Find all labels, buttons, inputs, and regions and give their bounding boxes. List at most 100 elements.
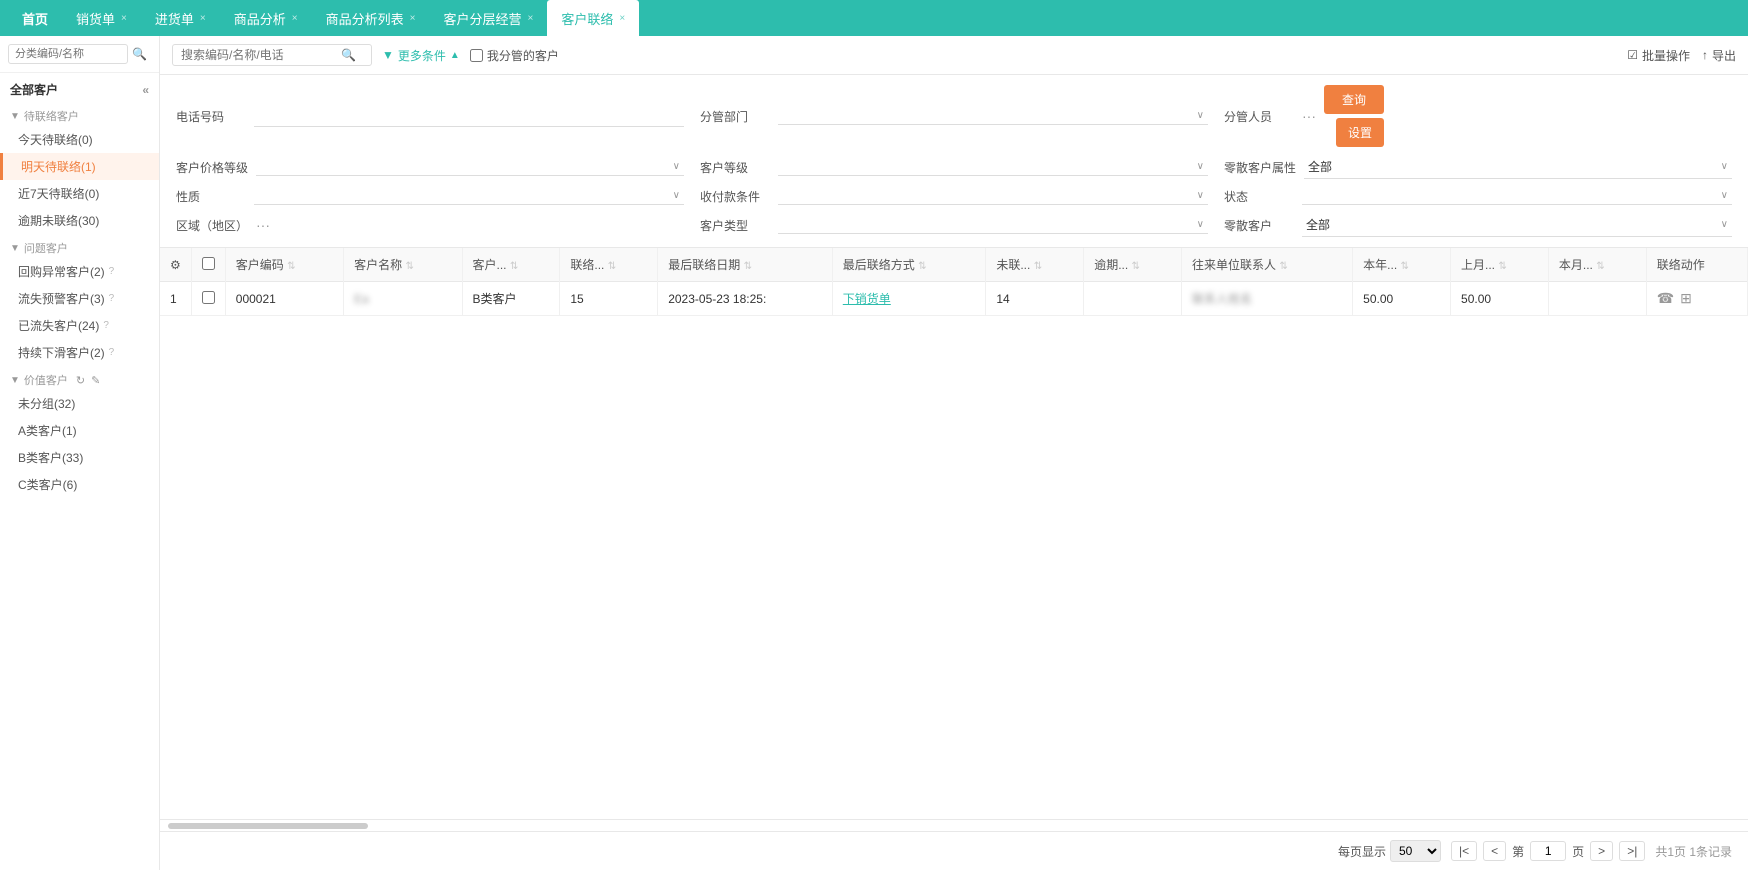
row-checkbox[interactable]: [202, 291, 215, 304]
filter-level-select[interactable]: ∨: [778, 158, 1208, 176]
filter-status-select[interactable]: ∨: [1302, 187, 1732, 205]
filter-actions: 查询 设置: [1324, 85, 1384, 147]
company-contact-blurred: 联系人姓名: [1192, 292, 1252, 306]
filter-level-row: 客户等级 ∨: [700, 158, 1208, 176]
settings-gear-icon[interactable]: ⚙: [170, 258, 181, 272]
filter-dept-select[interactable]: ∨: [778, 107, 1208, 125]
nav-product-analysis[interactable]: 商品分析 ×: [220, 0, 312, 36]
payment-chevron-icon: ∨: [1197, 190, 1204, 201]
last-method-link[interactable]: 下销货单: [843, 292, 891, 306]
th-this-month[interactable]: 本月... ⇅: [1548, 248, 1646, 282]
search-input[interactable]: [181, 48, 341, 62]
horizontal-scrollbar[interactable]: [168, 823, 368, 829]
search-icon[interactable]: 🔍: [341, 48, 356, 62]
filter-nature-select[interactable]: ∨: [254, 187, 684, 205]
filter-region-dots[interactable]: ···: [256, 217, 270, 233]
export-btn[interactable]: ↑ 导出: [1702, 47, 1736, 64]
settings-btn[interactable]: 设置: [1336, 118, 1384, 147]
nav-product-analysis-list[interactable]: 商品分析列表 ×: [312, 0, 430, 36]
sidebar-item-c-class[interactable]: C类客户(6): [0, 471, 159, 498]
my-customers-filter[interactable]: 我分管的客户: [470, 47, 559, 64]
nav-customer-tier[interactable]: 客户分层经营 ×: [429, 0, 547, 36]
filter-nature-label: 性质: [176, 188, 246, 205]
filter-phone-input[interactable]: [254, 106, 684, 127]
th-last-month[interactable]: 上月... ⇅: [1451, 248, 1549, 282]
close-customer-tier-icon[interactable]: ×: [527, 13, 533, 24]
sort-method-icon: ⇅: [918, 261, 926, 272]
dept-chevron-icon: ∨: [1197, 110, 1204, 121]
close-sales-icon[interactable]: ×: [121, 13, 127, 24]
sidebar-collapse-icon[interactable]: «: [142, 83, 149, 97]
th-company-contact[interactable]: 往来单位联系人 ⇅: [1182, 248, 1353, 282]
filter-person-dots[interactable]: ···: [1302, 108, 1316, 124]
sidebar-item-ungroup[interactable]: 未分组(32): [0, 390, 159, 417]
sidebar-item-overdue[interactable]: 逾期未联络(30): [0, 207, 159, 234]
nav-customer-contact[interactable]: 客户联络 ×: [547, 0, 639, 36]
sidebar-search-icon[interactable]: 🔍: [132, 47, 147, 61]
sidebar-item-a-class[interactable]: A类客户(1): [0, 417, 159, 444]
nav-purchase[interactable]: 进货单 ×: [141, 0, 220, 36]
sidebar-item-today[interactable]: 今天待联络(0): [0, 126, 159, 153]
td-contact-count: 15: [560, 282, 658, 316]
sidebar-all-customers[interactable]: 全部客户 «: [0, 73, 159, 102]
filter-retail-attr-select[interactable]: 全部 ∨: [1304, 155, 1732, 179]
th-name[interactable]: 客户名称 ⇅: [344, 248, 462, 282]
th-year[interactable]: 本年... ⇅: [1353, 248, 1451, 282]
phone-action-icon[interactable]: ☎: [1657, 290, 1674, 307]
table-scroll-bar[interactable]: [160, 819, 1748, 831]
prev-page-btn[interactable]: <: [1483, 841, 1506, 861]
th-contact-count[interactable]: 联络... ⇅: [560, 248, 658, 282]
filter-retail-customer-select[interactable]: 全部 ∨: [1302, 213, 1732, 237]
page-number-input[interactable]: [1530, 841, 1566, 861]
edit-value-icon[interactable]: ✎: [91, 374, 100, 387]
close-product-analysis-list-icon[interactable]: ×: [410, 13, 416, 24]
page-size-dropdown[interactable]: 50 100 200: [1390, 840, 1441, 862]
th-customer-type[interactable]: 客户... ⇅: [462, 248, 560, 282]
sidebar-search-input[interactable]: [8, 44, 128, 64]
sidebar-item-churned[interactable]: 已流失客户(24) ?: [0, 312, 159, 339]
td-last-method[interactable]: 下销货单: [832, 282, 986, 316]
close-product-analysis-icon[interactable]: ×: [292, 13, 298, 24]
select-all-checkbox[interactable]: [202, 257, 215, 270]
sidebar-item-declining[interactable]: 持续下滑客户(2) ?: [0, 339, 159, 366]
filter-retail-attr-row: 零散客户属性 全部 ∨: [1224, 155, 1732, 179]
th-overdue[interactable]: 逾期... ⇅: [1084, 248, 1182, 282]
sidebar-item-repurchase[interactable]: 回购异常客户(2) ?: [0, 258, 159, 285]
level-chevron-icon: ∨: [1197, 161, 1204, 172]
grid-action-icon[interactable]: ⊞: [1680, 290, 1692, 307]
td-checkbox[interactable]: [191, 282, 225, 316]
th-last-method[interactable]: 最后联络方式 ⇅: [832, 248, 986, 282]
query-btn[interactable]: 查询: [1324, 85, 1384, 114]
filter-price-select[interactable]: ∨: [256, 158, 684, 176]
sidebar-item-churn-warn[interactable]: 流失预警客户(3) ?: [0, 285, 159, 312]
filter-payment-select[interactable]: ∨: [778, 187, 1208, 205]
my-customers-checkbox[interactable]: [470, 49, 483, 62]
refresh-value-icon[interactable]: ↻: [76, 374, 85, 387]
sort-tmonth-icon: ⇅: [1596, 261, 1604, 272]
first-page-btn[interactable]: |<: [1451, 841, 1477, 861]
th-checkbox[interactable]: [191, 248, 225, 282]
sidebar-item-week[interactable]: 近7天待联络(0): [0, 180, 159, 207]
filter-person-row: 分管人员 ··· 查询 设置: [1224, 85, 1732, 147]
nav-sales[interactable]: 销货单 ×: [62, 0, 141, 36]
th-settings[interactable]: ⚙: [160, 248, 191, 282]
batch-ops-btn[interactable]: ☑ 批量操作: [1627, 47, 1690, 64]
close-customer-contact-icon[interactable]: ×: [619, 13, 625, 24]
th-code[interactable]: 客户编码 ⇅: [225, 248, 343, 282]
td-code: 000021: [225, 282, 343, 316]
close-purchase-icon[interactable]: ×: [200, 13, 206, 24]
th-last-date[interactable]: 最后联络日期 ⇅: [658, 248, 833, 282]
sidebar-group-pending: ▼ 待联络客户: [0, 102, 159, 126]
nav-home[interactable]: 首页: [8, 0, 62, 36]
action-icons: ☎ ⊞: [1657, 290, 1737, 307]
filter-customer-type-select[interactable]: ∨: [778, 216, 1208, 234]
filter-retail-customer-label: 零散客户: [1224, 217, 1294, 234]
sidebar-item-tomorrow[interactable]: 明天待联络(1): [0, 153, 159, 180]
next-page-btn[interactable]: >: [1590, 841, 1613, 861]
last-page-btn[interactable]: >|: [1619, 841, 1645, 861]
group-arrow-pending-icon: ▼: [10, 111, 20, 122]
th-uncontacted[interactable]: 未联... ⇅: [986, 248, 1084, 282]
td-year: 50.00: [1353, 282, 1451, 316]
sidebar-item-b-class[interactable]: B类客户(33): [0, 444, 159, 471]
filter-more-btn[interactable]: ▼ 更多条件 ▲: [382, 47, 460, 64]
